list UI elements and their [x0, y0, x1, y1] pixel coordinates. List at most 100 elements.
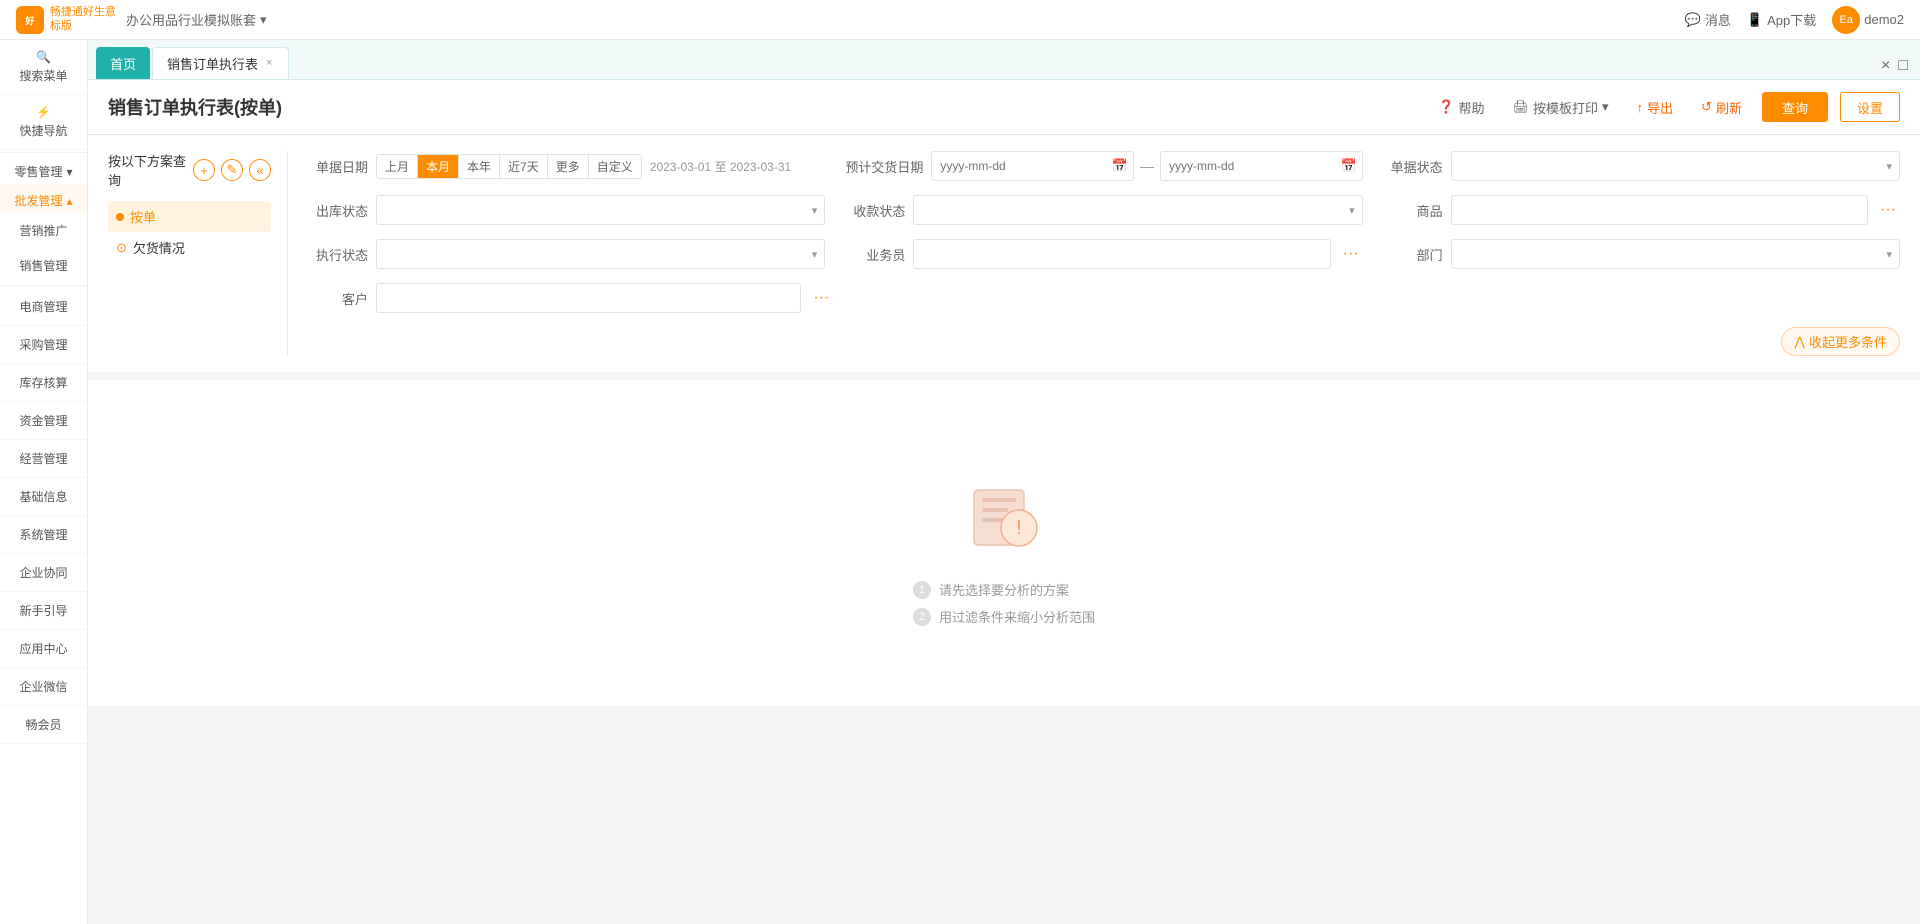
sidebar-item-basic-info[interactable]: 基础信息 [0, 478, 87, 516]
collect-status-select[interactable] [913, 195, 1362, 225]
filter-layout: 按以下方案查询 + ✎ « 按单 ⊙ [108, 151, 1900, 356]
expected-date-from-input[interactable] [931, 151, 1134, 181]
app-download-btn[interactable]: 📱 App下载 [1747, 10, 1816, 29]
goods-dots-btn[interactable]: ··· [1876, 201, 1900, 219]
setting-button[interactable]: 设置 [1840, 92, 1900, 122]
sidebar-item-newbie[interactable]: 新手引导 [0, 592, 87, 630]
chevron-icon: ▾ [66, 165, 72, 179]
sidebar-item-search[interactable]: 🔍 搜索菜单 [0, 40, 87, 95]
sidebar-item-app-center[interactable]: 应用中心 [0, 630, 87, 668]
empty-state: ! 1 请先选择要分析的方案 2 用过滤条件来缩小分析范围 [88, 380, 1920, 706]
window-close-btn[interactable]: × [1881, 57, 1890, 75]
sidebar-item-quicknav[interactable]: ⚡ 快捷导航 [0, 95, 87, 150]
expected-date-range: 📅 — 📅 [931, 151, 1362, 181]
scheme-item-orders[interactable]: 按单 [108, 201, 271, 232]
collapse-panel-btn[interactable]: « [249, 159, 271, 181]
filter-row-2: 出库状态 ▾ 收款状态 [308, 195, 1900, 225]
left-panel-actions: + ✎ « [193, 159, 271, 181]
sidebar-item-retail[interactable]: 零售管理 ▾ [0, 155, 87, 184]
empty-tips: 1 请先选择要分析的方案 2 用过滤条件来缩小分析范围 [913, 580, 1095, 626]
messages-btn[interactable]: 💬 消息 [1685, 10, 1731, 29]
sidebar-item-system[interactable]: 系统管理 [0, 516, 87, 554]
sidebar-item-management[interactable]: 经营管理 [0, 440, 87, 478]
filter-actions-row: ⋀ 收起更多条件 [308, 327, 1900, 356]
svg-text:!: ! [1016, 517, 1022, 539]
tip-num-2: 2 [913, 608, 931, 626]
sidebar-item-wholesale[interactable]: 批发管理 ▴ [0, 184, 87, 213]
scheme-item-shortage[interactable]: ⊙ 欠货情况 [108, 232, 271, 263]
goods-input[interactable] [1451, 195, 1868, 225]
add-scheme-btn[interactable]: + [193, 159, 215, 181]
template-print-btn[interactable]: 🖨 按模板打印 ▾ [1504, 94, 1616, 121]
sidebar-item-purchase[interactable]: 采购管理 [0, 326, 87, 364]
date-separator: — [1140, 158, 1154, 174]
collect-status-label: 收款状态 [845, 201, 905, 220]
sidebar-item-member[interactable]: 畅会员 [0, 706, 87, 744]
field-exec-status: 执行状态 ▾ [308, 239, 825, 269]
left-panel-title: 按以下方案查询 [108, 151, 193, 189]
sidebar-item-inventory[interactable]: 库存核算 [0, 364, 87, 402]
tab-bar-actions: × □ [1881, 57, 1920, 79]
sidebar-item-sales[interactable]: 销售管理 [0, 248, 87, 283]
filter-fields: 单据日期 上月 本月 本年 近7天 更多 自定义 2023-03-01 至 20… [288, 151, 1900, 356]
quicknav-icon: ⚡ [36, 105, 51, 119]
field-salesman: 业务员 ··· [845, 239, 1362, 269]
sidebar-item-ecommerce[interactable]: 电商管理 [0, 288, 87, 326]
date-tab-custom[interactable]: 自定义 [589, 155, 641, 178]
sidebar-item-finance[interactable]: 资金管理 [0, 402, 87, 440]
filter-row-3: 执行状态 ▾ 业务员 [308, 239, 1900, 269]
top-header: 好 畅捷通好生意 标版 办公用品行业模拟账套 ▾ 💬 消息 📱 App下载 Ea… [0, 0, 1920, 40]
customer-dots-btn[interactable]: ··· [809, 289, 833, 307]
dept-select[interactable] [1451, 239, 1900, 269]
date-tab-7days[interactable]: 近7天 [500, 155, 548, 178]
expected-date-to-input[interactable] [1160, 151, 1363, 181]
date-label: 单据日期 [308, 157, 368, 176]
date-tab-thisyear[interactable]: 本年 [459, 155, 500, 178]
export-btn[interactable]: ↑ 导出 [1629, 94, 1682, 121]
tip-num-1: 1 [913, 581, 931, 599]
goods-label: 商品 [1383, 201, 1443, 220]
order-status-select[interactable] [1451, 151, 1900, 181]
tab-sales-order[interactable]: 销售订单执行表 × [152, 47, 289, 79]
out-status-select-wrapper: ▾ [376, 195, 825, 225]
collapse-btn[interactable]: ⋀ 收起更多条件 [1781, 327, 1900, 356]
header-left: 好 畅捷通好生意 标版 办公用品行业模拟账套 ▾ [16, 6, 267, 34]
salesman-dots-btn[interactable]: ··· [1339, 245, 1363, 263]
tab-bar: 首页 销售订单执行表 × × □ [88, 40, 1920, 80]
date-tab-lastmonth[interactable]: 上月 [377, 155, 418, 178]
page-dropdown[interactable]: 办公用品行业模拟账套 ▾ [126, 10, 267, 29]
search-button[interactable]: 查询 [1762, 92, 1828, 122]
window-max-btn[interactable]: □ [1898, 57, 1908, 75]
field-date: 单据日期 上月 本月 本年 近7天 更多 自定义 2023-03-01 至 20… [308, 154, 825, 179]
help-btn[interactable]: ❓ 帮助 [1430, 94, 1492, 121]
page-content: 销售订单执行表(按单) ❓ 帮助 🖨 按模板打印 ▾ ↑ 导出 [88, 80, 1920, 924]
sidebar-item-enterprise-collab[interactable]: 企业协同 [0, 554, 87, 592]
customer-input[interactable] [376, 283, 801, 313]
exec-status-select-wrapper: ▾ [376, 239, 825, 269]
sidebar-item-enterprise-wechat[interactable]: 企业微信 [0, 668, 87, 706]
date-tab-thismonth[interactable]: 本月 [418, 155, 459, 178]
logo-text: 畅捷通好生意 标版 [50, 6, 116, 32]
tab-home[interactable]: 首页 [96, 47, 150, 79]
page-header: 销售订单执行表(按单) ❓ 帮助 🖨 按模板打印 ▾ ↑ 导出 [88, 80, 1920, 135]
refresh-icon: ↺ [1701, 99, 1712, 115]
edit-scheme-btn[interactable]: ✎ [221, 159, 243, 181]
sidebar-item-marketing[interactable]: 营销推广 [0, 213, 87, 248]
content-area: 首页 销售订单执行表 × × □ 销售订单执行表(按单) ❓ 帮助 [88, 40, 1920, 924]
user-profile[interactable]: Ea demo2 [1832, 6, 1904, 34]
salesman-input[interactable] [913, 239, 1330, 269]
date-tab-more[interactable]: 更多 [548, 155, 589, 178]
left-panel: 按以下方案查询 + ✎ « 按单 ⊙ [108, 151, 288, 356]
tab-close-icon[interactable]: × [264, 57, 274, 69]
refresh-btn[interactable]: ↺ 刷新 [1693, 94, 1750, 121]
svg-text:好: 好 [24, 15, 34, 26]
out-status-select[interactable] [376, 195, 825, 225]
exec-status-select[interactable] [376, 239, 825, 269]
field-expected-date: 预计交货日期 📅 — 📅 [845, 151, 1362, 181]
message-icon: 💬 [1685, 12, 1701, 28]
field-collect-status: 收款状态 ▾ [845, 195, 1362, 225]
empty-tip-1: 1 请先选择要分析的方案 [913, 580, 1095, 599]
print-dropdown-icon: ▾ [1602, 99, 1609, 115]
salesman-label: 业务员 [845, 245, 905, 264]
filter-row-1: 单据日期 上月 本月 本年 近7天 更多 自定义 2023-03-01 至 20… [308, 151, 1900, 181]
